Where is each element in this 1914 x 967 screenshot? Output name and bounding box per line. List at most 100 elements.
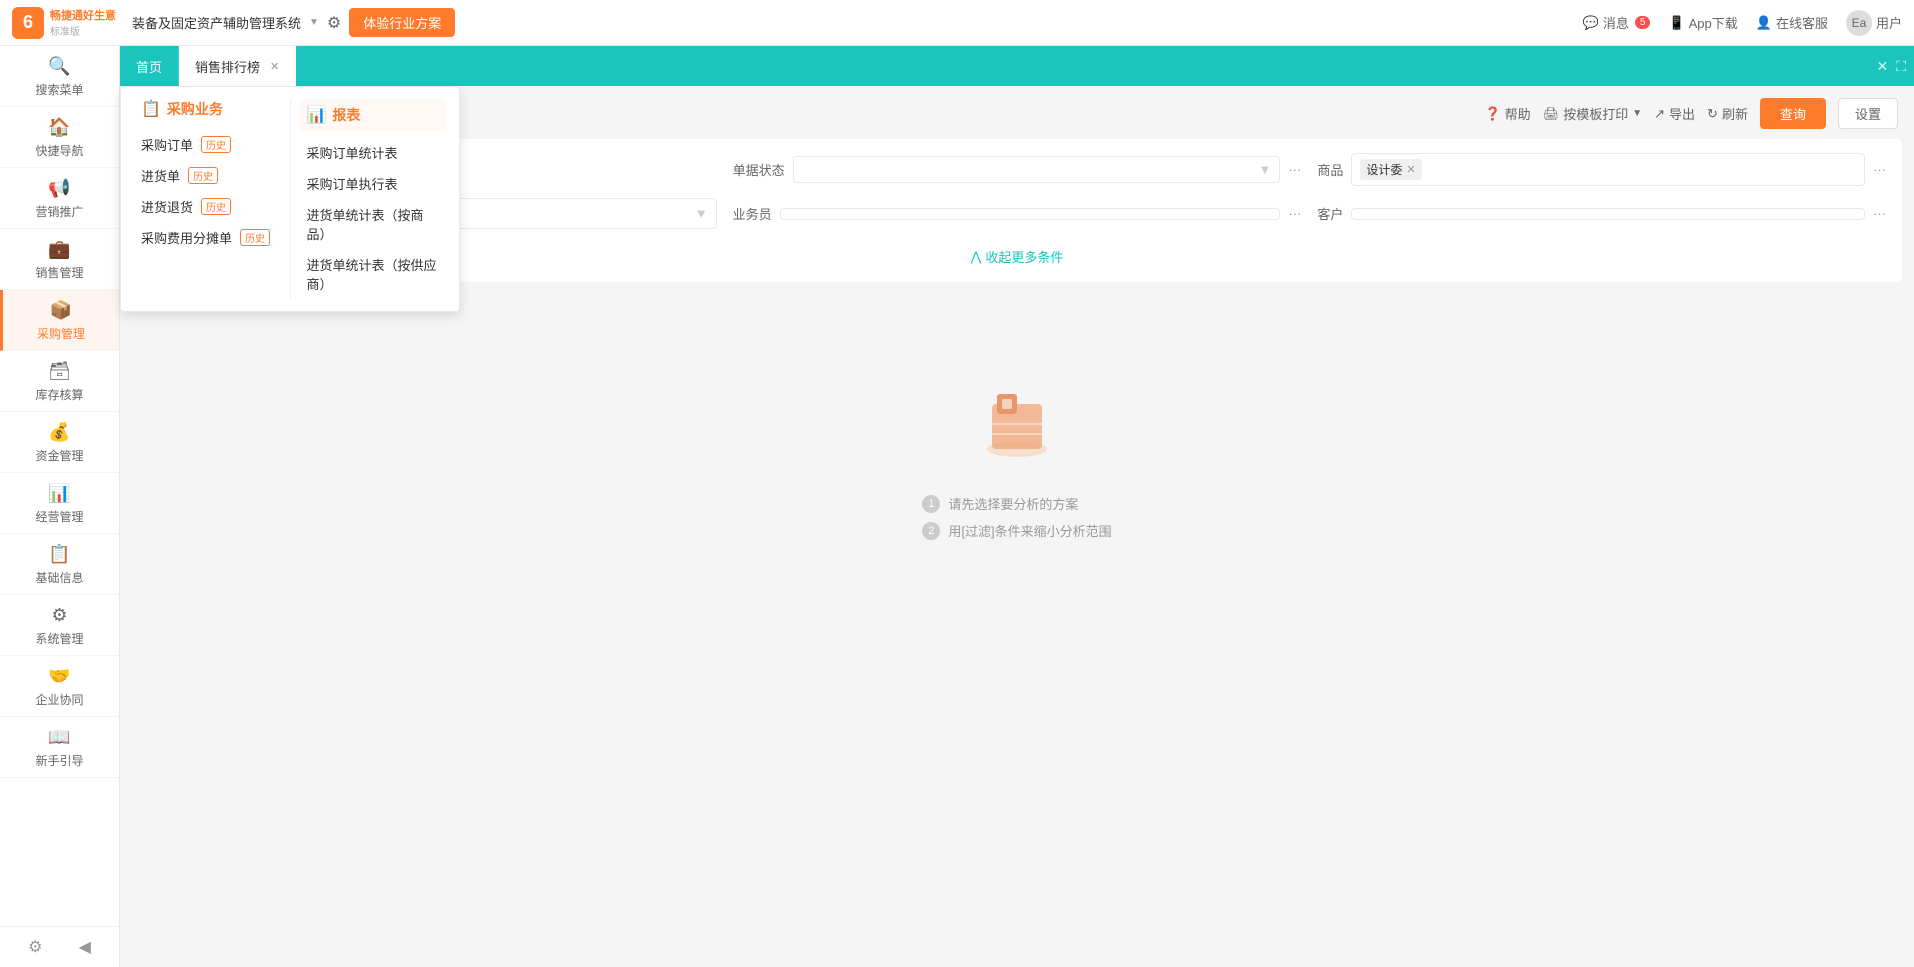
goods-filter: 商品 设计委 ✕ ··· bbox=[1317, 153, 1886, 186]
sidebar-settings-icon[interactable]: ⚙ bbox=[28, 937, 42, 957]
query-button[interactable]: 查询 bbox=[1760, 98, 1826, 129]
logo-text: 畅捷通好生意 标准版 bbox=[50, 7, 116, 38]
refresh-button[interactable]: ↻ 刷新 bbox=[1707, 104, 1748, 123]
settings-button[interactable]: 设置 bbox=[1838, 98, 1898, 129]
customer-more[interactable]: ··· bbox=[1873, 206, 1886, 221]
logo-icon: 6 bbox=[12, 7, 44, 39]
purchase-dropdown-menu: 📋 采购业务 采购订单历史进货单历史进货退货历史采购费用分摊单历史 📊 报表 采… bbox=[120, 86, 460, 312]
salesman-filter: 业务员 ··· bbox=[733, 204, 1302, 223]
salesman-more[interactable]: ··· bbox=[1288, 206, 1301, 221]
nav-tabs-right: ✕ ⛶ bbox=[1876, 46, 1914, 86]
app-download-button[interactable]: 📱 App下载 bbox=[1668, 13, 1737, 32]
sidebar: 🔍搜索菜单🏠快捷导航📢营销推广💼销售管理📦采购管理🗃库存核算💰资金管理📊经营管理… bbox=[0, 46, 120, 967]
report-item-2[interactable]: 进货单统计表（按商品） bbox=[299, 199, 448, 249]
sidebar-icon-3: 💼 bbox=[48, 239, 70, 260]
sidebar-item-基础信息[interactable]: 📋基础信息 bbox=[0, 534, 119, 595]
customer-select[interactable] bbox=[1351, 208, 1865, 220]
purchase-items: 采购订单历史进货单历史进货退货历史采购费用分摊单历史 bbox=[133, 129, 282, 253]
report-item-1[interactable]: 采购订单执行表 bbox=[299, 168, 448, 199]
topbar-right: 💬 消息 5 📱 App下载 👤 在线客服 Ea 用户 bbox=[1583, 10, 1902, 36]
goods-select[interactable]: 设计委 ✕ bbox=[1351, 153, 1865, 186]
sidebar-icon-5: 🗃 bbox=[48, 361, 71, 382]
tab-maximize-icon[interactable]: ⛶ bbox=[1896, 58, 1906, 75]
topbar: 6 畅捷通好生意 标准版 装备及固定资产辅助管理系统 ▼ ⚙ 体验行业方案 💬 … bbox=[0, 0, 1914, 46]
sidebar-icon-8: 📋 bbox=[48, 544, 70, 565]
sidebar-icon-11: 📖 bbox=[48, 727, 70, 748]
sidebar-item-搜索菜单[interactable]: 🔍搜索菜单 bbox=[0, 46, 119, 107]
sidebar-item-销售管理[interactable]: 💼销售管理 bbox=[0, 229, 119, 290]
sidebar-item-经营管理[interactable]: 📊经营管理 bbox=[0, 473, 119, 534]
salesman-select[interactable] bbox=[780, 208, 1281, 220]
tab-close-all-icon[interactable]: ✕ bbox=[1876, 58, 1888, 75]
sidebar-item-资金管理[interactable]: 💰资金管理 bbox=[0, 412, 119, 473]
hist-badge-0: 历史 bbox=[201, 136, 231, 153]
sidebar-item-新手引导[interactable]: 📖新手引导 bbox=[0, 717, 119, 778]
system-info: 装备及固定资产辅助管理系统 ▼ ⚙ 体验行业方案 bbox=[132, 8, 1583, 37]
goods-tag-close[interactable]: ✕ bbox=[1406, 163, 1415, 176]
purchase-icon: 📋 bbox=[141, 99, 161, 119]
sidebar-bottom: ⚙ ◀ bbox=[0, 926, 119, 967]
customer-filter: 客户 ··· bbox=[1317, 204, 1886, 223]
goods-tag: 设计委 ✕ bbox=[1360, 159, 1421, 180]
system-settings-icon[interactable]: ⚙ bbox=[327, 13, 341, 33]
logo: 6 畅捷通好生意 标准版 bbox=[12, 7, 132, 39]
tab-home[interactable]: 首页 bbox=[120, 46, 179, 86]
purchase-item-2[interactable]: 进货退货历史 bbox=[133, 191, 282, 222]
voucher-status-more[interactable]: ··· bbox=[1288, 162, 1301, 177]
sidebar-icon-1: 🏠 bbox=[48, 117, 70, 138]
system-dropdown-arrow[interactable]: ▼ bbox=[309, 17, 319, 28]
sidebar-icon-6: 💰 bbox=[48, 422, 70, 443]
purchase-item-1[interactable]: 进货单历史 bbox=[133, 160, 282, 191]
empty-tip-1: 1 请先选择要分析的方案 bbox=[922, 494, 1111, 513]
goods-more[interactable]: ··· bbox=[1873, 162, 1886, 177]
tab-sales-ranking[interactable]: 销售排行榜 ✕ bbox=[179, 46, 296, 86]
purchase-col: 📋 采购业务 采购订单历史进货单历史进货退货历史采购费用分摊单历史 bbox=[133, 99, 282, 299]
sidebar-item-营销推广[interactable]: 📢营销推广 bbox=[0, 168, 119, 229]
purchase-item-0[interactable]: 采购订单历史 bbox=[133, 129, 282, 160]
messages-button[interactable]: 💬 消息 5 bbox=[1583, 13, 1651, 32]
hist-badge-2: 历史 bbox=[201, 198, 231, 215]
print-button[interactable]: 🖨 按模板打印 ▼ bbox=[1543, 104, 1642, 123]
export-button[interactable]: ↗ 导出 bbox=[1654, 104, 1695, 123]
voucher-status-filter: 单据状态 ▼ ··· bbox=[733, 156, 1302, 183]
trial-button[interactable]: 体验行业方案 bbox=[349, 8, 455, 37]
sidebar-item-库存核算[interactable]: 🗃库存核算 bbox=[0, 351, 119, 412]
empty-icon bbox=[967, 374, 1067, 474]
system-name: 装备及固定资产辅助管理系统 bbox=[132, 13, 301, 32]
sidebar-item-企业协同[interactable]: 🤝企业协同 bbox=[0, 656, 119, 717]
empty-state: 1 请先选择要分析的方案 2 用[过滤]条件来缩小分析范围 bbox=[132, 294, 1902, 628]
sidebar-icon-7: 📊 bbox=[48, 483, 70, 504]
sidebar-item-系统管理[interactable]: ⚙系统管理 bbox=[0, 595, 119, 656]
messages-badge: 5 bbox=[1635, 16, 1651, 29]
report-items: 采购订单统计表采购订单执行表进货单统计表（按商品）进货单统计表（按供应商） bbox=[299, 137, 448, 299]
empty-tip-2: 2 用[过滤]条件来缩小分析范围 bbox=[922, 521, 1111, 540]
sidebar-icon-4: 📦 bbox=[50, 300, 72, 321]
purchase-col-header: 📋 采购业务 bbox=[133, 99, 282, 119]
avatar: Ea bbox=[1846, 10, 1872, 36]
tab-close-icon[interactable]: ✕ bbox=[270, 60, 279, 73]
sidebar-icon-2: 📢 bbox=[48, 178, 70, 199]
report-col: 📊 报表 采购订单统计表采购订单执行表进货单统计表（按商品）进货单统计表（按供应… bbox=[299, 99, 448, 299]
hist-badge-1: 历史 bbox=[188, 167, 218, 184]
report-item-0[interactable]: 采购订单统计表 bbox=[299, 137, 448, 168]
nav-tabs: 首页 销售排行榜 ✕ ✕ ⛶ bbox=[120, 46, 1914, 86]
sidebar-items: 🔍搜索菜单🏠快捷导航📢营销推广💼销售管理📦采购管理🗃库存核算💰资金管理📊经营管理… bbox=[0, 46, 119, 778]
purchase-item-3[interactable]: 采购费用分摊单历史 bbox=[133, 222, 282, 253]
empty-tips: 1 请先选择要分析的方案 2 用[过滤]条件来缩小分析范围 bbox=[922, 494, 1111, 548]
sidebar-item-快捷导航[interactable]: 🏠快捷导航 bbox=[0, 107, 119, 168]
sidebar-item-采购管理[interactable]: 📦采购管理 bbox=[0, 290, 119, 351]
dropdown-divider bbox=[290, 99, 291, 299]
voucher-status-select[interactable]: ▼ bbox=[793, 156, 1281, 183]
report-item-3[interactable]: 进货单统计表（按供应商） bbox=[299, 249, 448, 299]
sidebar-collapse-icon[interactable]: ◀ bbox=[79, 937, 91, 957]
user-button[interactable]: Ea 用户 bbox=[1846, 10, 1902, 36]
help-button[interactable]: ❓ 帮助 bbox=[1484, 104, 1530, 123]
sidebar-icon-9: ⚙ bbox=[51, 605, 67, 626]
online-service-button[interactable]: 👤 在线客服 bbox=[1756, 13, 1828, 32]
sidebar-icon-0: 🔍 bbox=[48, 56, 70, 77]
hist-badge-3: 历史 bbox=[240, 229, 270, 246]
sidebar-icon-10: 🤝 bbox=[48, 666, 70, 687]
report-icon: 📊 bbox=[307, 105, 327, 125]
report-col-header: 📊 报表 bbox=[299, 99, 448, 131]
dropdown-columns: 📋 采购业务 采购订单历史进货单历史进货退货历史采购费用分摊单历史 📊 报表 采… bbox=[121, 99, 459, 299]
